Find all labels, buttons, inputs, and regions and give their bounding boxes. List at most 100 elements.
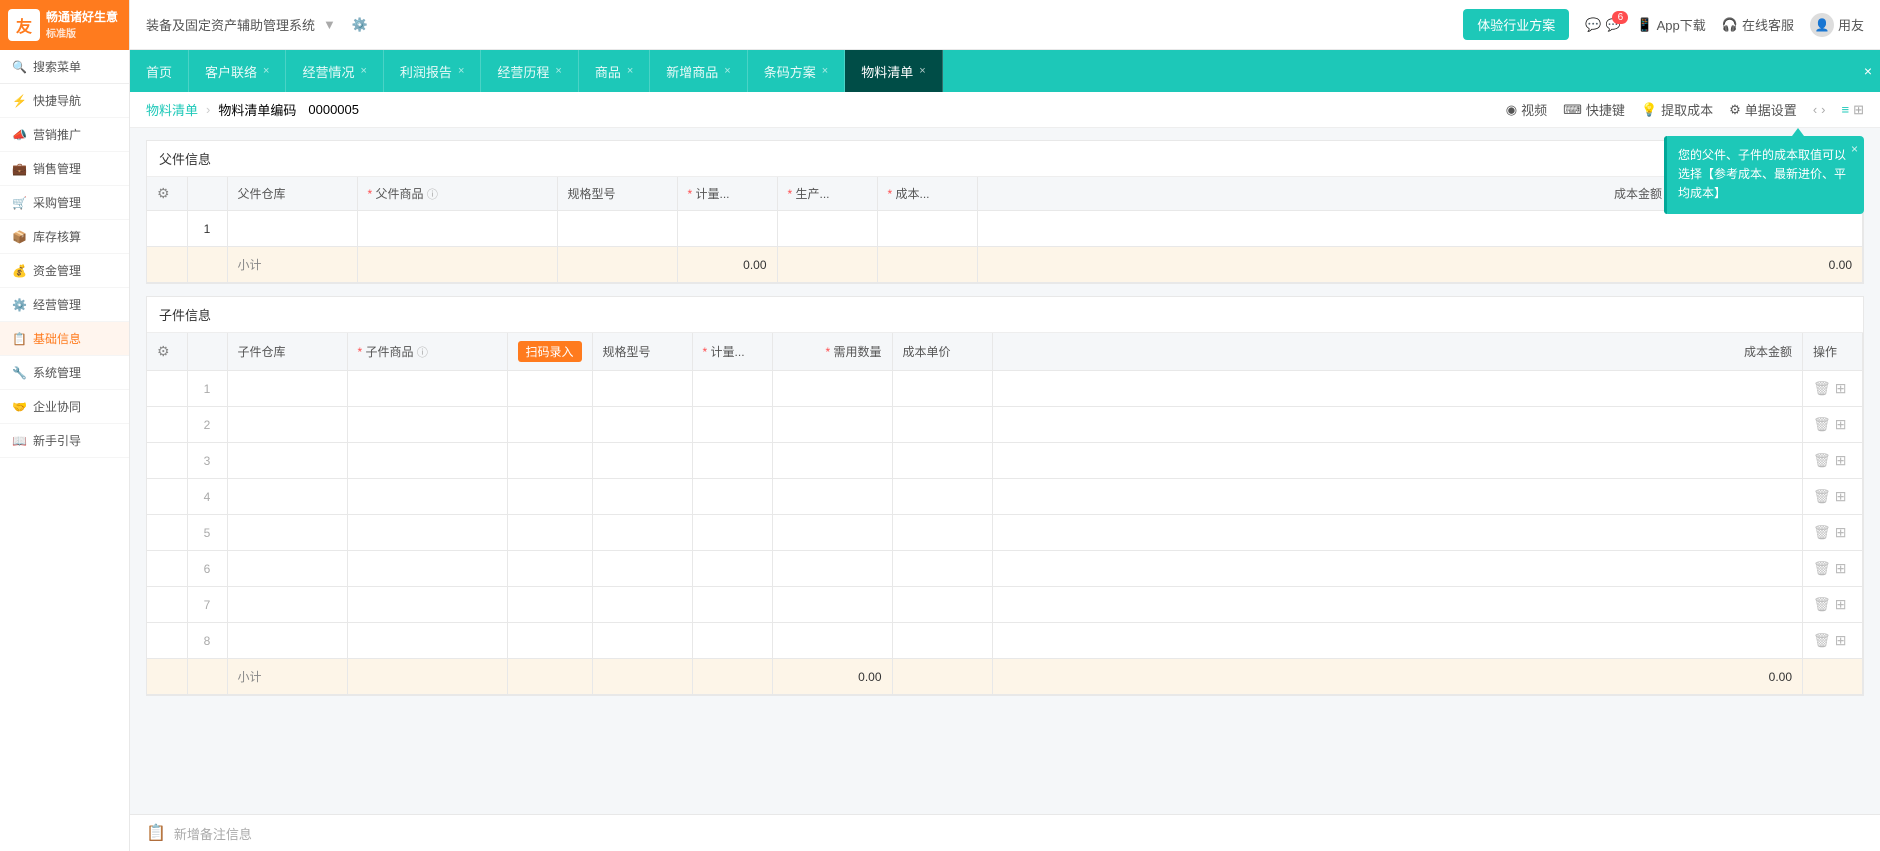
sidebar-item-purchase[interactable]: 🛒 采购管理 xyxy=(0,186,129,220)
parent-row1-product[interactable] xyxy=(357,211,557,247)
header-settings-icon[interactable]: ⚙️ xyxy=(352,17,368,33)
child-row8-scan[interactable] xyxy=(507,623,592,659)
child-row1-unit[interactable] xyxy=(692,371,772,407)
child-row1-spec[interactable] xyxy=(592,371,692,407)
child-row3-delete-icon[interactable]: 🗑 xyxy=(1813,452,1831,469)
child-row3-cost-amount[interactable] xyxy=(992,443,1802,479)
child-row5-unit[interactable] xyxy=(692,515,772,551)
child-row1-qty[interactable] xyxy=(772,371,892,407)
list-view-icon[interactable]: ≡ xyxy=(1842,102,1850,118)
child-row7-product[interactable] xyxy=(347,587,507,623)
child-row1-copy-icon[interactable]: ⊞ xyxy=(1835,380,1847,397)
child-row3-product[interactable] xyxy=(347,443,507,479)
tab-new-product[interactable]: 新增商品 × xyxy=(650,50,747,92)
breadcrumb-list[interactable]: 物料清单 xyxy=(146,100,198,119)
child-row6-unit[interactable] xyxy=(692,551,772,587)
child-row6-delete-icon[interactable]: 🗑 xyxy=(1813,560,1831,577)
child-row3-spec[interactable] xyxy=(592,443,692,479)
extract-cost-action[interactable]: 💡 提取成本 xyxy=(1641,100,1713,119)
child-row5-delete-icon[interactable]: 🗑 xyxy=(1813,524,1831,541)
child-row8-unit-cost[interactable] xyxy=(892,623,992,659)
tab-customer-close[interactable]: × xyxy=(263,65,269,77)
child-row3-unit[interactable] xyxy=(692,443,772,479)
parent-row1-cost-amount[interactable] xyxy=(977,211,1863,247)
tab-history[interactable]: 经营历程 × xyxy=(481,50,578,92)
child-row4-copy-icon[interactable]: ⊞ xyxy=(1835,488,1847,505)
app-download-group[interactable]: 📱 App下载 xyxy=(1636,15,1705,34)
child-row2-product[interactable] xyxy=(347,407,507,443)
child-row1-product[interactable] xyxy=(347,371,507,407)
child-row5-copy-icon[interactable]: ⊞ xyxy=(1835,524,1847,541)
child-row6-spec[interactable] xyxy=(592,551,692,587)
child-row3-scan[interactable] xyxy=(507,443,592,479)
child-row7-qty[interactable] xyxy=(772,587,892,623)
tab-close-all[interactable]: × xyxy=(1856,63,1880,79)
parent-row1-spec[interactable] xyxy=(557,211,677,247)
child-row8-copy-icon[interactable]: ⊞ xyxy=(1835,632,1847,649)
child-row4-scan[interactable] xyxy=(507,479,592,515)
sidebar-item-quick-nav[interactable]: ⚡ 快捷导航 xyxy=(0,84,129,118)
child-row6-product[interactable] xyxy=(347,551,507,587)
child-row5-scan[interactable] xyxy=(507,515,592,551)
child-row5-warehouse[interactable] xyxy=(227,515,347,551)
sidebar-item-system[interactable]: 🔧 系统管理 xyxy=(0,356,129,390)
child-row3-qty[interactable] xyxy=(772,443,892,479)
child-row5-cost-amount[interactable] xyxy=(992,515,1802,551)
child-row7-copy-icon[interactable]: ⊞ xyxy=(1835,596,1847,613)
child-row7-unit-cost[interactable] xyxy=(892,587,992,623)
child-row5-product[interactable] xyxy=(347,515,507,551)
child-row2-qty[interactable] xyxy=(772,407,892,443)
child-row2-warehouse[interactable] xyxy=(227,407,347,443)
child-row7-cost-amount[interactable] xyxy=(992,587,1802,623)
child-row8-delete-icon[interactable]: 🗑 xyxy=(1813,632,1831,649)
parent-settings-icon[interactable]: ⚙ xyxy=(157,185,170,201)
tab-bom-close[interactable]: × xyxy=(919,65,925,77)
child-row4-cost-amount[interactable] xyxy=(992,479,1802,515)
scan-button[interactable]: 扫码录入 xyxy=(518,341,582,362)
sidebar-item-basic-info[interactable]: 📋 基础信息 xyxy=(0,322,129,356)
tab-barcode-close[interactable]: × xyxy=(822,65,828,77)
child-row4-unit-cost[interactable] xyxy=(892,479,992,515)
child-row4-qty[interactable] xyxy=(772,479,892,515)
child-row1-cost-amount[interactable] xyxy=(992,371,1802,407)
child-row2-cost-amount[interactable] xyxy=(992,407,1802,443)
child-row2-delete-icon[interactable]: 🗑 xyxy=(1813,416,1831,433)
prev-icon[interactable]: ‹ xyxy=(1813,102,1817,117)
parent-row1-produce[interactable] xyxy=(777,211,877,247)
child-row2-unit[interactable] xyxy=(692,407,772,443)
parent-row1-cost[interactable] xyxy=(877,211,977,247)
child-row5-unit-cost[interactable] xyxy=(892,515,992,551)
online-service-group[interactable]: 🎧 在线客服 xyxy=(1722,15,1794,34)
tab-customer[interactable]: 客户联络 × xyxy=(189,50,286,92)
single-settings-action[interactable]: ⚙ 单据设置 xyxy=(1729,100,1797,119)
child-row3-unit-cost[interactable] xyxy=(892,443,992,479)
tab-ops-status[interactable]: 经营情况 × xyxy=(286,50,383,92)
parent-row1-unit[interactable] xyxy=(677,211,777,247)
child-row1-warehouse[interactable] xyxy=(227,371,347,407)
sidebar-item-operations[interactable]: ⚙️ 经营管理 xyxy=(0,288,129,322)
tab-profit-close[interactable]: × xyxy=(458,65,464,77)
child-row2-copy-icon[interactable]: ⊞ xyxy=(1835,416,1847,433)
parent-row1-warehouse[interactable] xyxy=(227,211,357,247)
tab-barcode[interactable]: 条码方案 × xyxy=(748,50,845,92)
tab-bom[interactable]: 物料清单 × xyxy=(845,50,942,92)
child-row3-warehouse[interactable] xyxy=(227,443,347,479)
sidebar-item-inventory[interactable]: 📦 库存核算 xyxy=(0,220,129,254)
tab-ops-close[interactable]: × xyxy=(360,65,366,77)
view-action[interactable]: ◉ 视频 xyxy=(1506,100,1547,119)
child-row5-spec[interactable] xyxy=(592,515,692,551)
child-row7-warehouse[interactable] xyxy=(227,587,347,623)
child-row2-spec[interactable] xyxy=(592,407,692,443)
child-row4-product[interactable] xyxy=(347,479,507,515)
child-row7-unit[interactable] xyxy=(692,587,772,623)
child-row8-warehouse[interactable] xyxy=(227,623,347,659)
child-row8-cost-amount[interactable] xyxy=(992,623,1802,659)
child-row8-unit[interactable] xyxy=(692,623,772,659)
child-row6-unit-cost[interactable] xyxy=(892,551,992,587)
child-row1-scan[interactable] xyxy=(507,371,592,407)
child-row4-unit[interactable] xyxy=(692,479,772,515)
child-row6-cost-amount[interactable] xyxy=(992,551,1802,587)
child-row3-copy-icon[interactable]: ⊞ xyxy=(1835,452,1847,469)
header-dropdown-icon[interactable]: ▼ xyxy=(323,17,336,32)
child-row4-spec[interactable] xyxy=(592,479,692,515)
